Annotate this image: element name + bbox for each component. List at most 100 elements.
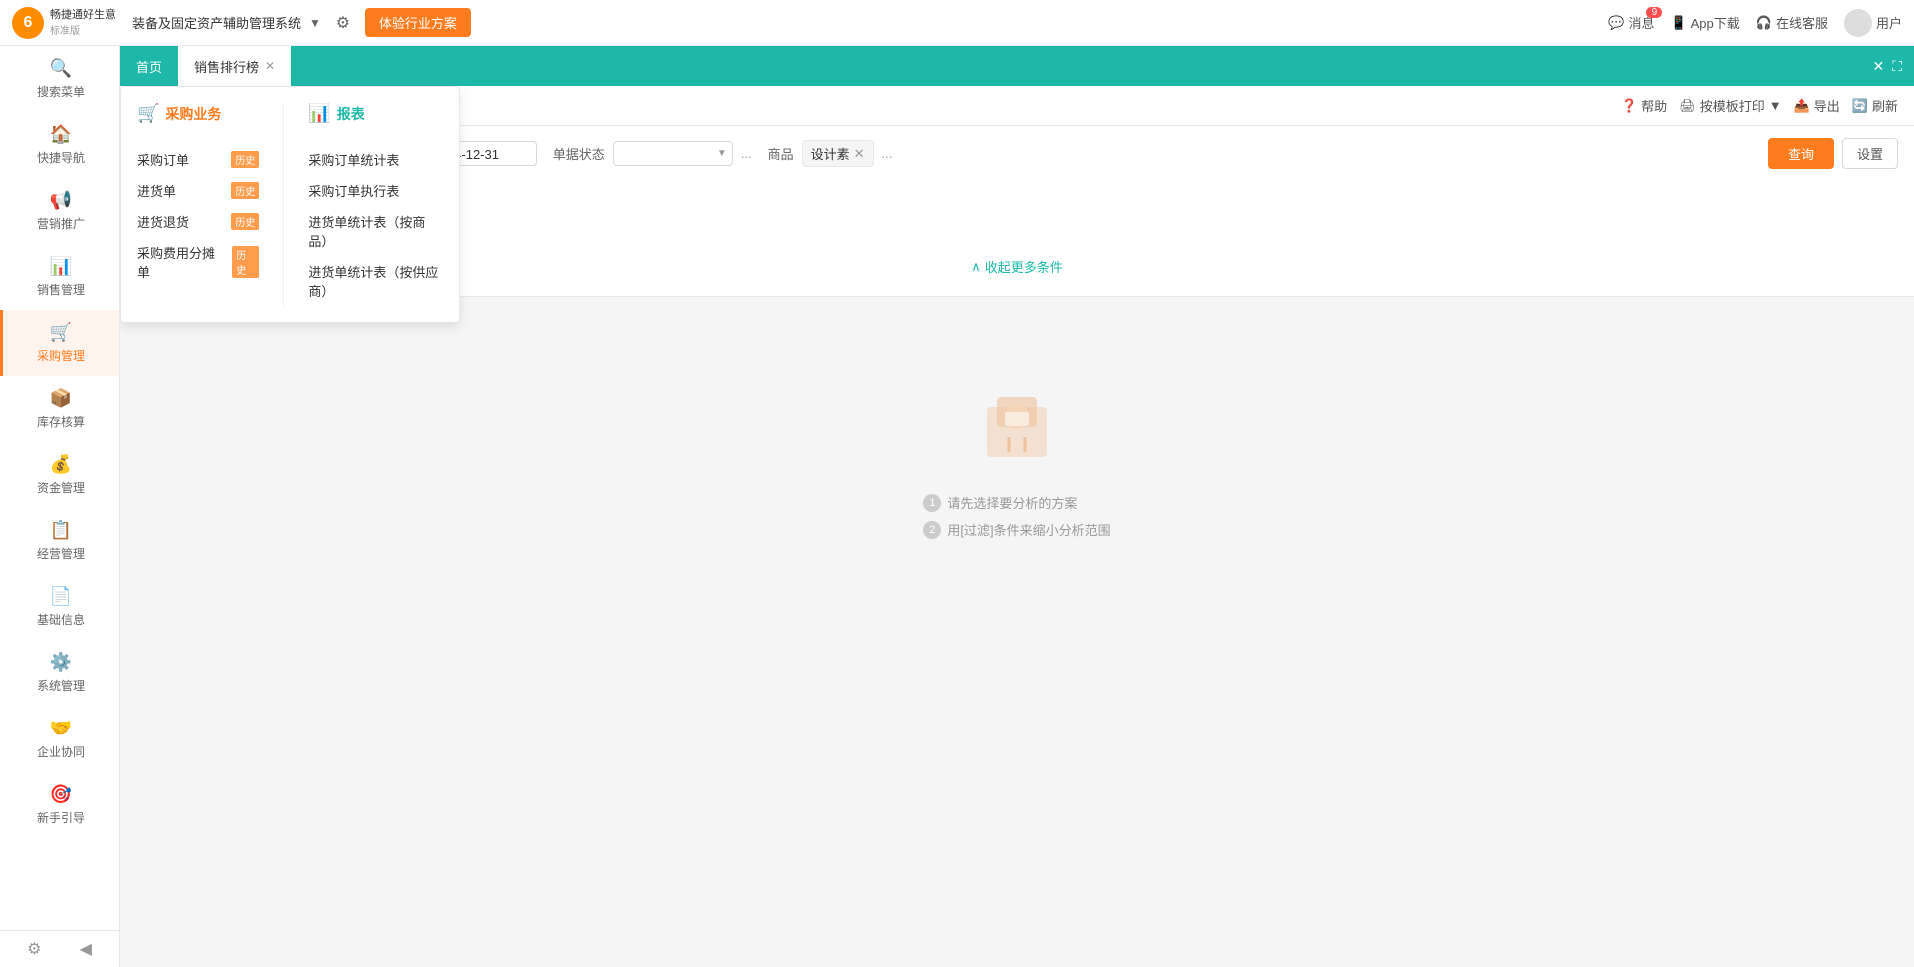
- setting-btn[interactable]: 设置: [1842, 138, 1898, 169]
- system-dropdown-btn[interactable]: ▼: [309, 16, 321, 30]
- sidebar-bottom: ⚙ ◀: [0, 930, 119, 967]
- sidebar-item-purchase-mgmt[interactable]: 🛒 采购管理: [0, 310, 119, 376]
- tab-close-window-btn[interactable]: ✕: [1872, 58, 1884, 75]
- dropdown-divider: [283, 103, 284, 306]
- sidebar-settings-btn[interactable]: ⚙: [27, 939, 41, 959]
- sidebar-label-operations: 经营管理: [37, 545, 85, 562]
- purchase-col: 🛒 采购业务 采购订单 历史 进货单 历史 进货退货 历史: [137, 103, 259, 306]
- tab-maximize-btn[interactable]: ⛶: [1892, 58, 1902, 75]
- dropdown-item-goods-return[interactable]: 进货退货 历史: [137, 206, 259, 237]
- marketing-icon: 📢: [50, 190, 72, 211]
- finance-icon: 💰: [50, 454, 72, 475]
- sidebar-item-operations[interactable]: 📋 经营管理: [0, 508, 119, 574]
- purchase-title-icon: 🛒: [137, 103, 159, 124]
- app-download-item[interactable]: 📱 App下载: [1670, 13, 1739, 32]
- logo-main-text: 畅捷通好生意: [50, 8, 116, 22]
- dropdown-item-order-stats-label: 采购订单统计表: [308, 150, 399, 169]
- guide-icon: 🎯: [50, 784, 72, 805]
- goods-tag: 设计素 ✕: [802, 140, 874, 167]
- purchase-col-title: 🛒 采购业务: [137, 103, 259, 132]
- sidebar-item-quick-nav[interactable]: 🏠 快捷导航: [0, 112, 119, 178]
- sidebar-label-quick-nav: 快捷导航: [37, 149, 85, 166]
- quick-nav-icon: 🏠: [50, 124, 72, 145]
- empty-tip-1: 1 请先选择要分析的方案: [923, 493, 1110, 512]
- report-col-label: 报表: [337, 104, 365, 124]
- tab-close-icon[interactable]: ✕: [265, 59, 275, 73]
- collapse-arrow-icon: ∧: [971, 259, 981, 275]
- sidebar-label-sales-mgmt: 销售管理: [37, 281, 85, 298]
- empty-state-icon: [967, 377, 1067, 477]
- logo-sub-text: 标准版: [50, 22, 116, 37]
- industry-btn[interactable]: 体验行业方案: [365, 8, 471, 37]
- dropdown-item-purchase-order-label: 采购订单: [137, 150, 189, 169]
- print-btn[interactable]: 🖨 按模板打印 ▼: [1679, 96, 1781, 115]
- main-layout: 🔍 搜索菜单 🏠 快捷导航 📢 营销推广 📊 销售管理 🛒 采购管理 📦 库存核…: [0, 46, 1914, 967]
- tab-bar-container: 首页 销售排行榜 ✕ ✕ ⛶ 🛒 采购业务: [120, 46, 1914, 86]
- history-badge-purchase-order: 历史: [231, 151, 259, 168]
- sidebar-item-inventory[interactable]: 📦 库存核算: [0, 376, 119, 442]
- online-service-item[interactable]: 🎧 在线客服: [1756, 13, 1828, 32]
- refresh-btn[interactable]: 🔄 刷新: [1852, 96, 1898, 115]
- empty-tip-2: 2 用[过滤]条件来缩小分析范围: [923, 520, 1110, 539]
- sidebar-item-system-mgmt[interactable]: ⚙️ 系统管理: [0, 640, 119, 706]
- dropdown-item-receipt-by-goods-label: 进货单统计表（按商品）: [308, 212, 443, 250]
- tab-bar: 首页 销售排行榜 ✕ ✕ ⛶: [120, 46, 1914, 86]
- tab-sales-rank[interactable]: 销售排行榜 ✕: [178, 46, 291, 86]
- dropdown-item-order-exec[interactable]: 采购订单执行表: [308, 175, 443, 206]
- tip-num-1: 1: [923, 494, 941, 512]
- status-select-wrapper: ▼: [613, 141, 733, 166]
- sidebar-item-basic-info[interactable]: 📄 基础信息: [0, 574, 119, 640]
- phone-icon: 📱: [1670, 15, 1686, 31]
- system-settings-btn[interactable]: ⚙: [329, 9, 357, 37]
- sidebar-label-guide: 新手引导: [37, 809, 85, 826]
- dropdown-item-purchase-order[interactable]: 采购订单 历史: [137, 144, 259, 175]
- sidebar-item-sales-mgmt[interactable]: 📊 销售管理: [0, 244, 119, 310]
- avatar: [1844, 9, 1872, 37]
- sidebar-item-marketing[interactable]: 📢 营销推广: [0, 178, 119, 244]
- dropdown-item-goods-receipt[interactable]: 进货单 历史: [137, 175, 259, 206]
- status-dots[interactable]: ...: [741, 146, 752, 161]
- username-label: 用户: [1876, 13, 1902, 32]
- help-btn[interactable]: ❓ 帮助: [1621, 96, 1667, 115]
- sidebar-label-enterprise: 企业协同: [37, 743, 85, 760]
- enterprise-icon: 🤝: [50, 718, 72, 739]
- online-service-label: 在线客服: [1776, 13, 1828, 32]
- report-title-icon: 📊: [308, 103, 330, 124]
- goods-tag-close[interactable]: ✕: [854, 146, 865, 162]
- status-select[interactable]: [613, 141, 733, 166]
- collapse-label: 收起更多条件: [985, 257, 1063, 276]
- logo-icon: 6: [12, 7, 44, 39]
- sidebar-item-finance[interactable]: 💰 资金管理: [0, 442, 119, 508]
- export-btn[interactable]: 📤 导出: [1794, 96, 1840, 115]
- filter-goods-item: 商品 设计素 ✕ ...: [768, 140, 893, 167]
- tab-sales-rank-label: 销售排行榜: [194, 57, 259, 76]
- dropdown-item-receipt-by-supplier[interactable]: 进货单统计表（按供应商）: [308, 256, 443, 306]
- tab-home-label: 首页: [136, 57, 162, 76]
- sidebar-collapse-btn[interactable]: ◀: [80, 939, 92, 959]
- goods-label: 商品: [768, 144, 794, 163]
- dropdown-item-receipt-by-goods[interactable]: 进货单统计表（按商品）: [308, 206, 443, 256]
- sidebar-label-system-mgmt: 系统管理: [37, 677, 85, 694]
- help-label: 帮助: [1641, 96, 1667, 115]
- top-header: 6 畅捷通好生意 标准版 装备及固定资产辅助管理系统 ▼ ⚙ 体验行业方案 💬 …: [0, 0, 1914, 46]
- report-col-title: 📊 报表: [308, 103, 443, 132]
- export-label: 导出: [1814, 96, 1840, 115]
- sidebar-item-guide[interactable]: 🎯 新手引导: [0, 772, 119, 838]
- content-area: 首页 销售排行榜 ✕ ✕ ⛶ 🛒 采购业务: [120, 46, 1914, 967]
- sidebar-item-enterprise[interactable]: 🤝 企业协同: [0, 706, 119, 772]
- search-menu-icon: 🔍: [50, 58, 72, 79]
- tab-bar-right: ✕ ⛶: [1872, 58, 1914, 75]
- filter-status-item: 单据状态 ▼ ...: [553, 141, 752, 166]
- sidebar-item-search-menu[interactable]: 🔍 搜索菜单: [0, 46, 119, 112]
- user-item[interactable]: 用户: [1844, 9, 1902, 37]
- dropdown-item-expense-alloc[interactable]: 采购费用分摊单 历史: [137, 237, 259, 287]
- notification-item[interactable]: 💬 消息 9: [1608, 13, 1654, 32]
- search-btn[interactable]: 查询: [1768, 138, 1834, 169]
- tab-home[interactable]: 首页: [120, 46, 178, 86]
- dropdown-item-order-stats[interactable]: 采购订单统计表: [308, 144, 443, 175]
- goods-dots[interactable]: ...: [882, 146, 893, 161]
- empty-tips: 1 请先选择要分析的方案 2 用[过滤]条件来缩小分析范围: [923, 493, 1110, 539]
- header-right: 💬 消息 9 📱 App下载 🎧 在线客服 用户: [1608, 9, 1902, 37]
- collapse-btn[interactable]: ∧ 收起更多条件: [963, 249, 1071, 284]
- sidebar-label-search-menu: 搜索菜单: [37, 83, 85, 100]
